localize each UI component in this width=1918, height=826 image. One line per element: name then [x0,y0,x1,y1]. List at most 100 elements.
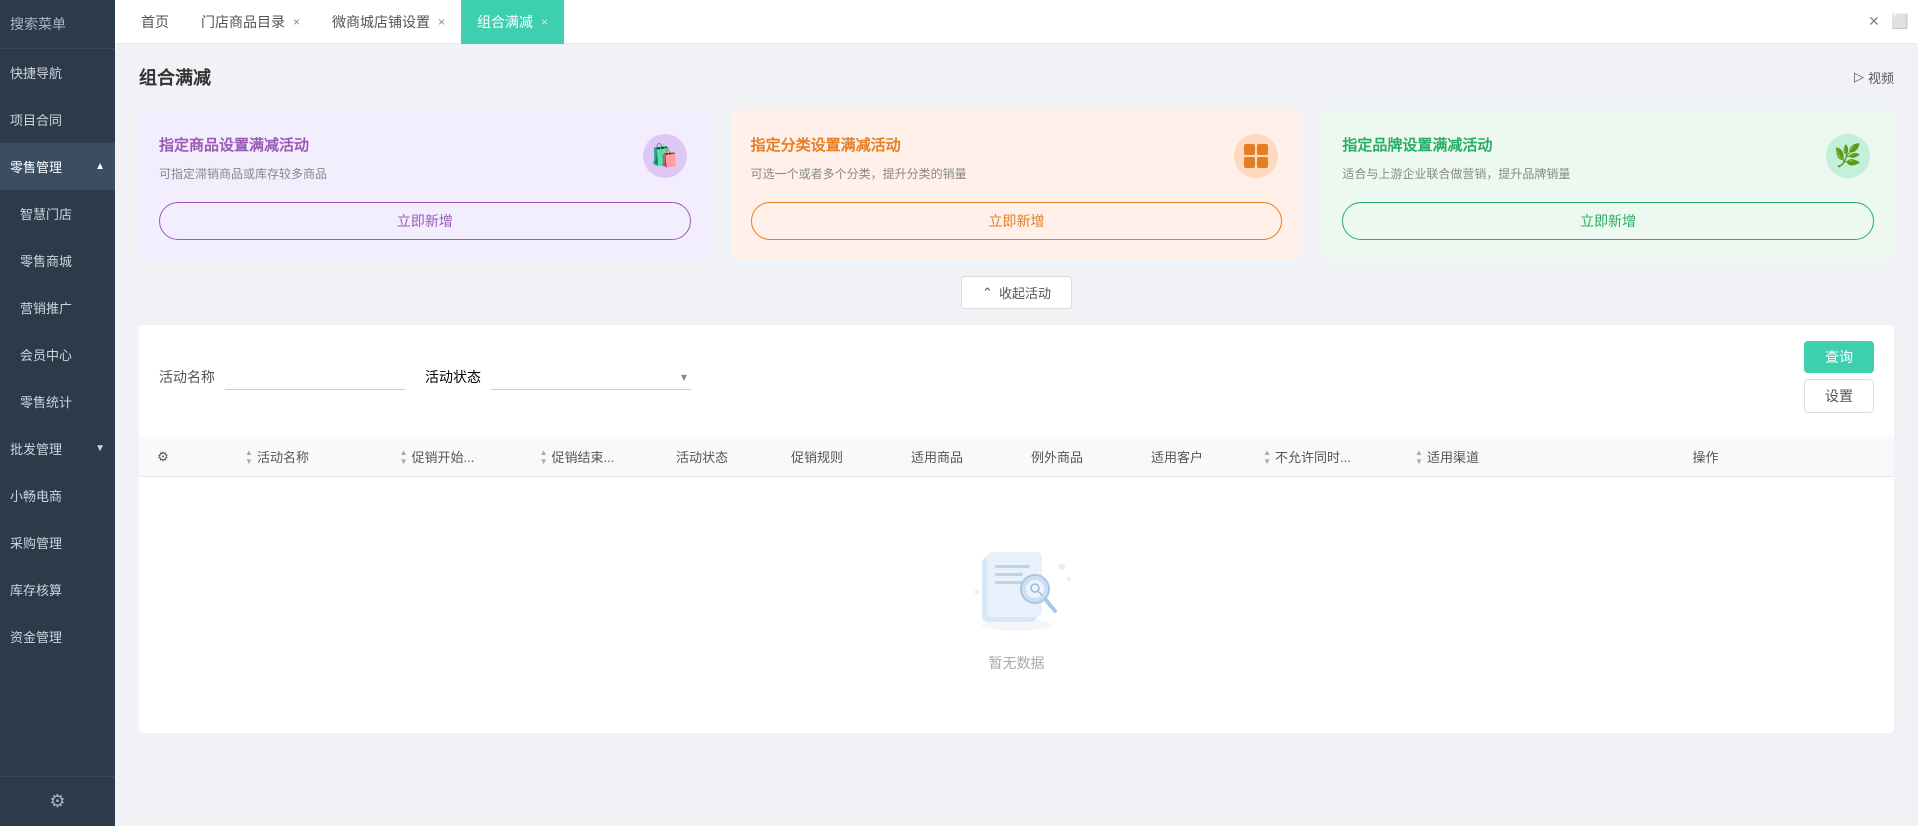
sidebar-item-label: 会员中心 [20,345,72,364]
sidebar-item-wholesale-mgmt[interactable]: 批发管理 ▼ [0,425,115,472]
window-maximize-btn[interactable]: ⬜ [1892,14,1908,30]
card-brand-icon: 🌿 [1826,134,1870,178]
col-header-channel[interactable]: ▲▼ 适用渠道 [1377,447,1517,466]
empty-illustration [957,537,1077,637]
gear-icon: ⚙ [157,449,169,465]
sidebar-item-label: 零售管理 [10,157,62,176]
sidebar-item-member-center[interactable]: 会员中心 [0,331,115,378]
sidebar-search[interactable]: 搜索菜单 [0,0,115,49]
page-title: 组合满减 [139,64,211,90]
page-header: 组合满减 ▷ 视频 [139,64,1894,90]
sidebar-item-retail-mgmt[interactable]: 零售管理 ▲ [0,143,115,190]
collapse-activities-btn[interactable]: ⌃ 收起活动 [961,276,1072,309]
card-category-btn[interactable]: 立即新增 [751,202,1283,240]
sidebar-item-quick-nav[interactable]: 快捷导航 [0,49,115,96]
col-end-label: 促销结束... [552,447,615,466]
card-category: 指定分类设置满减活动 可选一个或者多个分类，提升分类的销量 立即新增 [731,110,1303,260]
col-rule-label: 促销规则 [791,447,843,466]
chevron-up-icon: ⌃ [982,285,993,301]
card-goods: 🛍️ 指定商品设置满减活动 可指定滞销商品或库存较多商品 立即新增 [139,110,711,260]
sidebar-item-retail-stats[interactable]: 零售统计 [0,378,115,425]
sidebar: 搜索菜单 快捷导航 项目合同 零售管理 ▲ 智慧门店 零售商城 营销推广 会员中… [0,0,115,826]
activity-status-select-wrapper: ▾ [491,365,691,390]
col-customer-label: 适用客户 [1151,447,1203,466]
table-header: ⚙ ▲▼ 活动名称 ▲▼ 促销开始... ▲▼ 促销结束... [139,437,1894,477]
chevron-up-icon: ▲ [95,161,105,172]
play-icon: ▷ [1854,69,1864,85]
tab-store-catalog-label: 门店商品目录 [201,12,285,32]
tab-combo-discount-close[interactable]: × [541,15,548,29]
col-header-start[interactable]: ▲▼ 促销开始... [367,447,507,466]
sidebar-item-label: 快捷导航 [10,63,62,82]
tab-store-catalog-close[interactable]: × [293,15,300,29]
col-header-name[interactable]: ▲▼ 活动名称 [187,447,367,466]
collapse-bar: ⌃ 收起活动 [139,276,1894,309]
table-section: ⚙ ▲▼ 活动名称 ▲▼ 促销开始... ▲▼ 促销结束... [139,437,1894,733]
activity-status-select[interactable] [491,365,691,390]
col-header-customer: 适用客户 [1117,447,1237,466]
sidebar-item-project-contract[interactable]: 项目合同 [0,96,115,143]
tabbar: 首页 门店商品目录 × 微商城店铺设置 × 组合满减 × ✕ ⬜ [115,0,1918,44]
col-header-gear[interactable]: ⚙ [139,449,187,465]
sort-arrows-notallow: ▲▼ [1263,448,1271,466]
activity-name-field: 活动名称 [159,365,405,390]
sidebar-item-label: 项目合同 [10,110,62,129]
sidebar-item-xiaochang-ec[interactable]: 小畅电商 [0,472,115,519]
sidebar-item-label: 零售统计 [20,392,72,411]
activity-status-label: 活动状态 [425,367,481,387]
col-header-goods: 适用商品 [877,447,997,466]
col-goods-label: 适用商品 [911,447,963,466]
sidebar-item-label: 资金管理 [10,627,62,646]
activity-status-field: 活动状态 ▾ [425,365,691,390]
sidebar-item-label: 营销推广 [20,298,72,317]
col-header-end[interactable]: ▲▼ 促销结束... [507,447,647,466]
tab-mini-store-close[interactable]: × [438,15,445,29]
card-brand-desc: 适合与上游企业联合做营销，提升品牌销量 [1342,165,1874,182]
main-area: 首页 门店商品目录 × 微商城店铺设置 × 组合满减 × ✕ ⬜ 组合满减 ▷ … [115,0,1918,826]
card-brand: 🌿 指定品牌设置满减活动 适合与上游企业联合做营销，提升品牌销量 立即新增 [1322,110,1894,260]
sidebar-item-fund-mgmt[interactable]: 资金管理 [0,613,115,660]
col-action-label: 操作 [1692,447,1718,466]
tab-store-catalog[interactable]: 门店商品目录 × [185,0,316,44]
card-category-title: 指定分类设置满减活动 [751,134,1283,155]
sidebar-item-label: 小畅电商 [10,486,62,505]
sort-arrows-end: ▲▼ [540,448,548,466]
card-goods-btn[interactable]: 立即新增 [159,202,691,240]
sidebar-item-label: 批发管理 [10,439,62,458]
video-label: 视频 [1868,68,1894,87]
col-start-label: 促销开始... [412,447,475,466]
window-close-btn[interactable]: ✕ [1866,14,1882,30]
col-header-status: 活动状态 [647,447,757,466]
tab-mini-store[interactable]: 微商城店铺设置 × [316,0,461,44]
empty-state: 暂无数据 [139,477,1894,733]
sidebar-item-retail-mall[interactable]: 零售商城 [0,237,115,284]
sidebar-item-purchase-mgmt[interactable]: 采购管理 [0,519,115,566]
col-notallow-label: 不允许同时... [1275,447,1351,466]
sidebar-item-label: 库存核算 [10,580,62,599]
empty-text: 暂无数据 [989,653,1045,673]
settings-icon[interactable]: ⚙ [49,791,65,812]
tab-combo-discount-label: 组合满减 [477,12,533,32]
col-header-notallow[interactable]: ▲▼ 不允许同时... [1237,447,1377,466]
search-and-table: 活动名称 活动状态 ▾ 查询 设置 [139,325,1894,733]
video-link[interactable]: ▷ 视频 [1854,68,1894,87]
card-brand-btn[interactable]: 立即新增 [1342,202,1874,240]
settings-button[interactable]: 设置 [1804,379,1874,413]
sidebar-item-stock-calc[interactable]: 库存核算 [0,566,115,613]
query-button[interactable]: 查询 [1804,341,1874,373]
col-status-label: 活动状态 [676,447,728,466]
sidebar-item-label: 采购管理 [10,533,62,552]
content-area: 组合满减 ▷ 视频 🛍️ 指定商品设置满减活动 可指定滞销商品或库存较多商品 立… [115,44,1918,826]
sidebar-item-marketing[interactable]: 营销推广 [0,284,115,331]
card-goods-icon: 🛍️ [643,134,687,178]
tab-combo-discount[interactable]: 组合满减 × [461,0,564,44]
sidebar-item-label: 智慧门店 [20,204,72,223]
card-goods-title: 指定商品设置满减活动 [159,134,691,155]
col-header-action: 操作 [1517,447,1894,466]
tab-home[interactable]: 首页 [125,0,185,44]
activity-name-input[interactable] [225,365,405,390]
collapse-label: 收起活动 [999,283,1051,302]
search-actions: 查询 设置 [1804,341,1874,413]
sort-arrows-channel: ▲▼ [1415,448,1423,466]
sidebar-item-smart-store[interactable]: 智慧门店 [0,190,115,237]
